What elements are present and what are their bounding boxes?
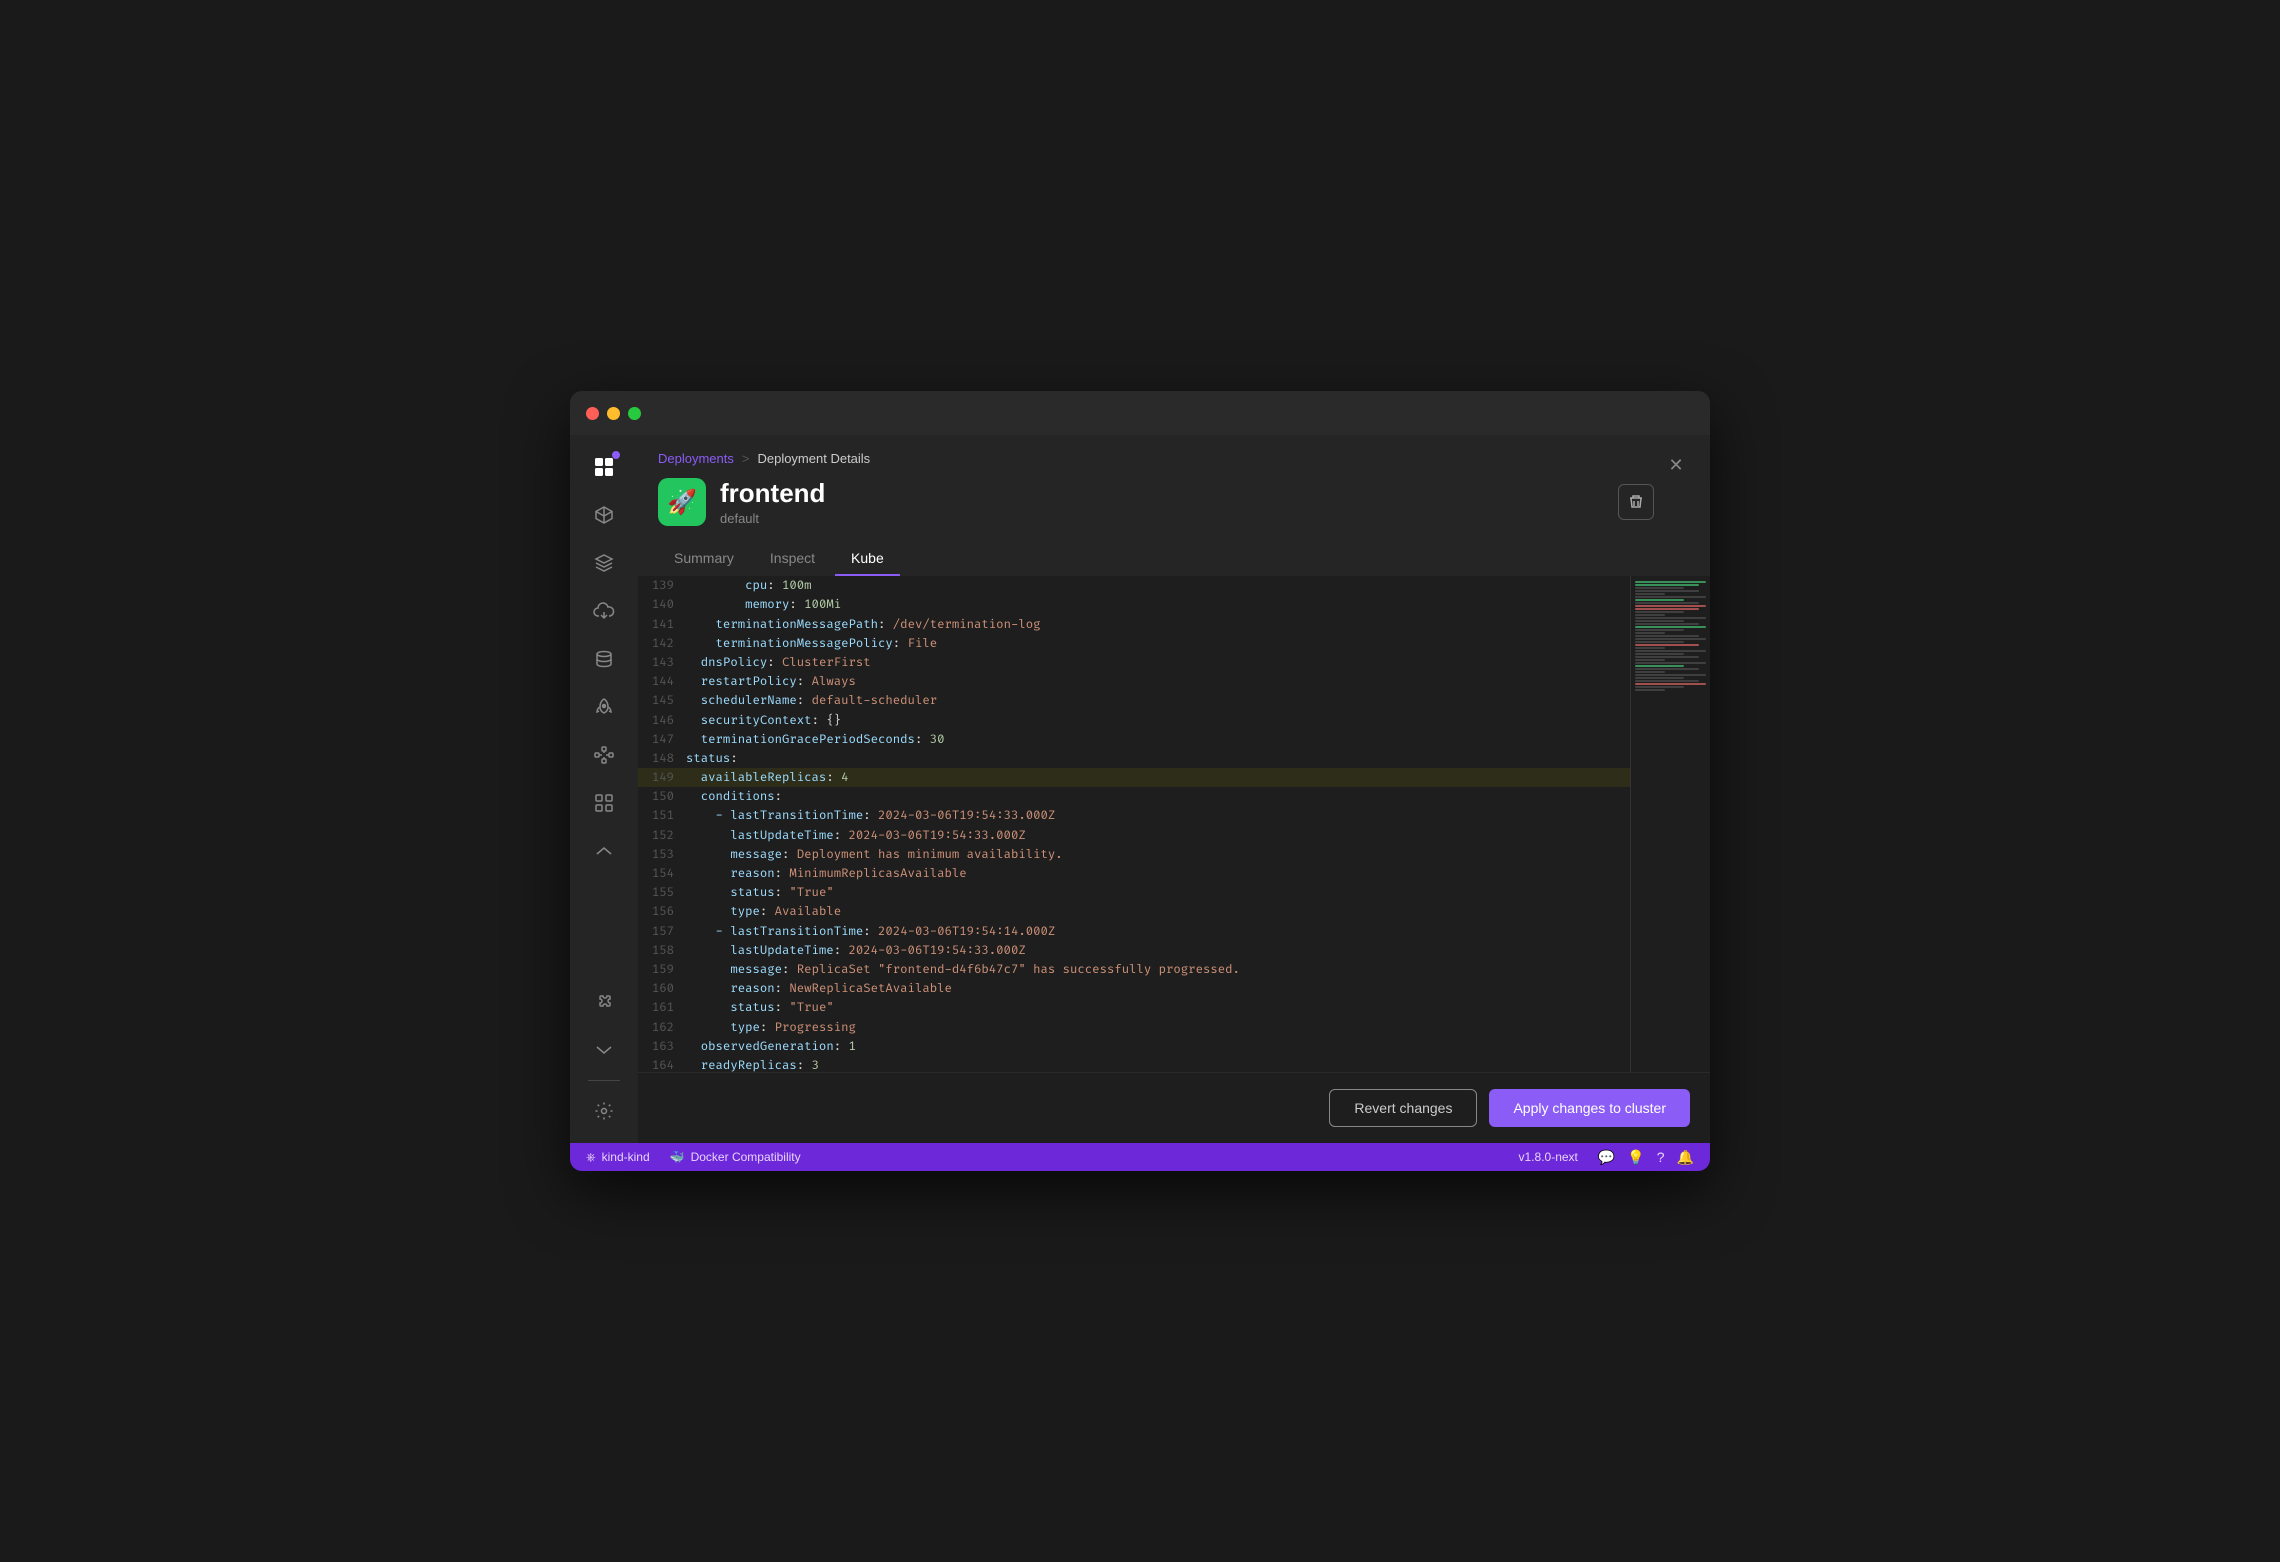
docker-label: Docker Compatibility: [691, 1150, 801, 1164]
sidebar-divider: [588, 1080, 620, 1081]
bottom-actions: Revert changes Apply changes to cluster: [638, 1072, 1710, 1143]
sidebar-icon-stack[interactable]: [582, 541, 626, 585]
deployment-name: frontend: [720, 478, 1604, 509]
cluster-icon: ⎈: [586, 1150, 596, 1165]
code-line-161: 161 status: "True": [638, 998, 1630, 1017]
code-line-141: 141 terminationMessagePath: /dev/termina…: [638, 615, 1630, 634]
sidebar: [570, 435, 638, 1143]
app-body: Deployments > Deployment Details 🚀 front…: [570, 435, 1710, 1143]
tab-inspect[interactable]: Inspect: [754, 542, 831, 576]
code-area: 139 cpu: 100m 140 memory: 100Mi 141 term…: [638, 576, 1710, 1072]
version-info: v1.8.0-next: [1519, 1150, 1578, 1164]
minimize-button[interactable]: [607, 407, 620, 420]
status-bar: ⎈ kind-kind 🐳 Docker Compatibility v1.8.…: [570, 1143, 1710, 1171]
minimap-content: [1631, 576, 1710, 696]
docker-compatibility[interactable]: 🐳 Docker Compatibility: [670, 1150, 801, 1164]
code-line-144: 144 restartPolicy: Always: [638, 672, 1630, 691]
code-line-142: 142 terminationMessagePolicy: File: [638, 634, 1630, 653]
revert-changes-button[interactable]: Revert changes: [1329, 1089, 1477, 1127]
code-line-150: 150 conditions:: [638, 787, 1630, 806]
help-icon[interactable]: ?: [1657, 1149, 1665, 1165]
delete-button[interactable]: [1618, 484, 1654, 520]
code-line-159: 159 message: ReplicaSet "frontend-d4f6b4…: [638, 960, 1630, 979]
sidebar-icon-db[interactable]: [582, 637, 626, 681]
main-content: Deployments > Deployment Details 🚀 front…: [638, 435, 1710, 1143]
docker-icon: 🐳: [670, 1150, 685, 1164]
sidebar-icon-collapse[interactable]: [582, 829, 626, 873]
deployment-namespace: default: [720, 511, 1604, 526]
breadcrumb-current: Deployment Details: [757, 451, 870, 466]
sidebar-icon-grid[interactable]: [582, 445, 626, 489]
sidebar-icon-cloud[interactable]: [582, 589, 626, 633]
code-editor[interactable]: 139 cpu: 100m 140 memory: 100Mi 141 term…: [638, 576, 1630, 1072]
cluster-name: kind-kind: [602, 1150, 650, 1164]
lightbulb-icon[interactable]: 💡: [1627, 1149, 1644, 1166]
breadcrumb: Deployments > Deployment Details: [658, 451, 1654, 466]
sidebar-icon-nodes[interactable]: [582, 781, 626, 825]
code-line-156: 156 type: Available: [638, 902, 1630, 921]
cluster-status[interactable]: ⎈ kind-kind: [586, 1150, 650, 1165]
maximize-button[interactable]: [628, 407, 641, 420]
sidebar-icon-extensions[interactable]: [582, 980, 626, 1024]
code-line-154: 154 reason: MinimumReplicasAvailable: [638, 864, 1630, 883]
sidebar-icon-expand[interactable]: [582, 1028, 626, 1072]
apply-changes-button[interactable]: Apply changes to cluster: [1489, 1089, 1690, 1127]
code-line-162: 162 type: Progressing: [638, 1018, 1630, 1037]
code-line-160: 160 reason: NewReplicaSetAvailable: [638, 979, 1630, 998]
notification-badge: [612, 451, 620, 459]
tabs: Summary Inspect Kube: [658, 542, 1690, 576]
sidebar-icon-cube[interactable]: [582, 493, 626, 537]
sidebar-icon-settings[interactable]: [582, 1089, 626, 1133]
code-line-153: 153 message: Deployment has minimum avai…: [638, 845, 1630, 864]
code-line-149: 149 availableReplicas: 4: [638, 768, 1630, 787]
code-line-145: 145 schedulerName: default-scheduler: [638, 691, 1630, 710]
sidebar-icon-rocket[interactable]: [582, 685, 626, 729]
code-line-148: 148 status:: [638, 749, 1630, 768]
code-line-152: 152 lastUpdateTime: 2024-03-06T19:54:33.…: [638, 826, 1630, 845]
code-line-155: 155 status: "True": [638, 883, 1630, 902]
version-label: v1.8.0-next: [1519, 1150, 1578, 1164]
breadcrumb-parent[interactable]: Deployments: [658, 451, 734, 466]
code-line-147: 147 terminationGracePeriodSeconds: 30: [638, 730, 1630, 749]
titlebar: [570, 391, 1710, 435]
tab-summary[interactable]: Summary: [658, 542, 750, 576]
notification-icon[interactable]: 🔔: [1677, 1149, 1694, 1166]
deployment-info: 🚀 frontend default: [658, 478, 1654, 526]
code-line-143: 143 dnsPolicy: ClusterFirst: [638, 653, 1630, 672]
code-line-140: 140 memory: 100Mi: [638, 595, 1630, 614]
sidebar-icon-network[interactable]: [582, 733, 626, 777]
code-line-164: 164 readyReplicas: 3: [638, 1056, 1630, 1072]
deployment-title: frontend default: [720, 478, 1604, 526]
code-line-139: 139 cpu: 100m: [638, 576, 1630, 595]
close-panel-button[interactable]: ✕: [1662, 451, 1690, 479]
close-button[interactable]: [586, 407, 599, 420]
code-line-158: 158 lastUpdateTime: 2024-03-06T19:54:33.…: [638, 941, 1630, 960]
breadcrumb-separator: >: [742, 451, 750, 466]
deployment-icon: 🚀: [658, 478, 706, 526]
traffic-lights: [586, 407, 641, 420]
code-line-157: 157 - lastTransitionTime: 2024-03-06T19:…: [638, 922, 1630, 941]
app-window: Deployments > Deployment Details 🚀 front…: [570, 391, 1710, 1171]
code-line-163: 163 observedGeneration: 1: [638, 1037, 1630, 1056]
tab-kube[interactable]: Kube: [835, 542, 900, 576]
code-minimap: [1630, 576, 1710, 1072]
code-line-151: 151 - lastTransitionTime: 2024-03-06T19:…: [638, 806, 1630, 825]
status-icons: 💬 💡 ? 🔔: [1598, 1149, 1694, 1166]
chat-icon[interactable]: 💬: [1598, 1149, 1615, 1166]
code-line-146: 146 securityContext: {}: [638, 711, 1630, 730]
panel-header: Deployments > Deployment Details 🚀 front…: [638, 435, 1710, 576]
